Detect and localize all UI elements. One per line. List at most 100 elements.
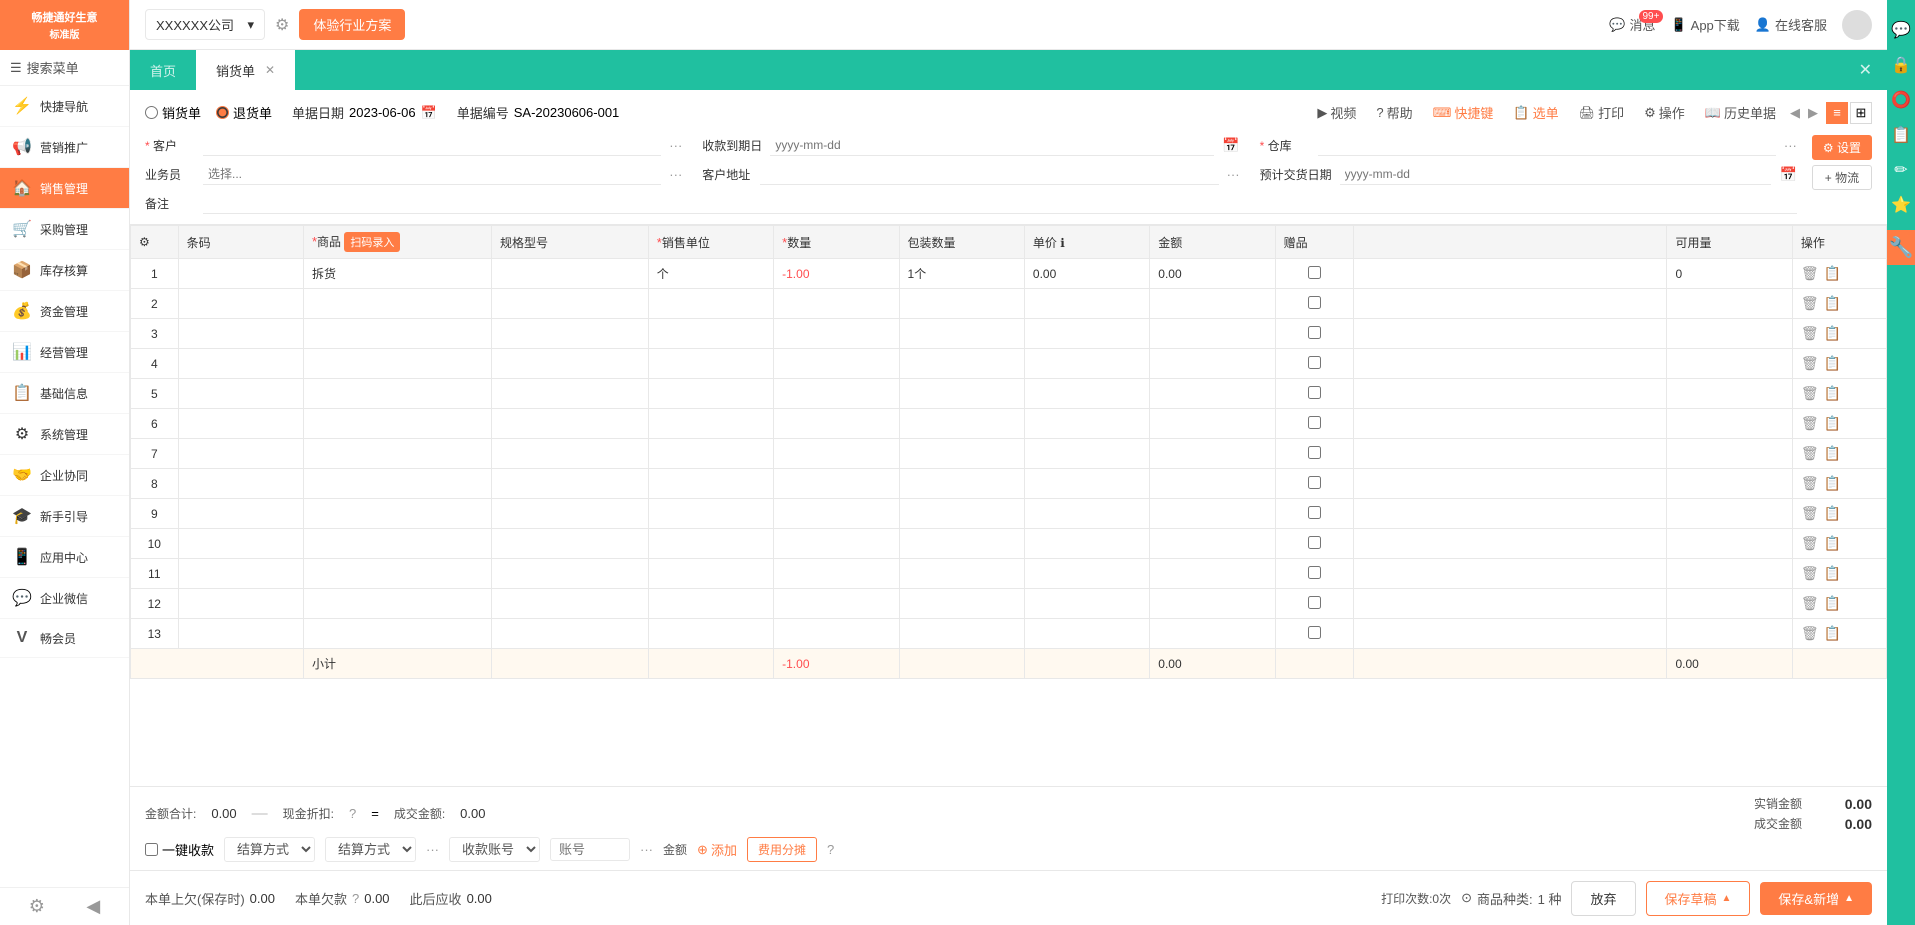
delete-icon[interactable]: 🗑 [1801, 415, 1819, 432]
copy-icon[interactable]: 📋 [1824, 325, 1841, 342]
quantity-2[interactable] [774, 289, 899, 319]
quantity-1[interactable]: -1.00 [774, 259, 899, 289]
delete-icon[interactable]: 🗑 [1801, 445, 1819, 462]
copy-icon[interactable]: 📋 [1824, 625, 1841, 642]
customer-dots[interactable]: ··· [669, 138, 682, 153]
cash-discount-help-icon[interactable]: ? [349, 806, 356, 821]
due-date-input[interactable] [770, 135, 1214, 156]
copy-icon-2[interactable]: 📋 [1824, 295, 1841, 312]
salesperson-input[interactable] [203, 164, 661, 185]
sidebar-item-sales[interactable]: 🏠 销售管理 [0, 168, 129, 209]
right-icon-6[interactable]: ⭐ [1891, 195, 1911, 215]
copy-icon[interactable]: 📋 [1824, 505, 1841, 522]
account-dots[interactable]: ··· [426, 842, 439, 857]
expected-date-input[interactable] [1340, 164, 1772, 185]
sidebar-item-wechat[interactable]: 💬 企业微信 [0, 578, 129, 619]
product-1[interactable]: 拆货 [303, 259, 491, 289]
gift-2[interactable] [1275, 289, 1353, 319]
tab-home[interactable]: 首页 [130, 50, 196, 90]
copy-icon[interactable]: 📋 [1824, 355, 1841, 372]
unit-2[interactable] [648, 289, 773, 319]
delete-icon[interactable]: 🗑 [1801, 625, 1819, 642]
spec-1[interactable] [492, 259, 649, 289]
account-dots2[interactable]: ··· [640, 842, 653, 857]
print-btn[interactable]: 🖨 打印 [1573, 100, 1631, 125]
radio-sales[interactable]: 销货单 [145, 103, 201, 122]
customer-addr-input[interactable] [760, 164, 1218, 185]
amount-1[interactable]: 0.00 [1150, 259, 1275, 289]
trial-button[interactable]: 体验行业方案 [299, 9, 405, 40]
pack-qty-1[interactable]: 1个 [899, 259, 1024, 289]
user-avatar[interactable] [1842, 10, 1872, 40]
gift-1[interactable] [1275, 259, 1353, 289]
one-click-checkbox[interactable]: 一键收款 [145, 840, 214, 859]
customer-addr-dots[interactable]: ··· [1227, 167, 1240, 182]
copy-icon[interactable]: 📋 [1824, 475, 1841, 492]
copy-icon-1[interactable]: 📋 [1824, 265, 1841, 282]
unit-price-1[interactable]: 0.00 [1024, 259, 1149, 289]
sidebar-item-system[interactable]: ⚙ 系统管理 [0, 414, 129, 455]
sidebar-item-quick-nav[interactable]: ⚡ 快捷导航 [0, 86, 129, 127]
logistics-form-btn[interactable]: + 物流 [1812, 165, 1872, 190]
delete-icon[interactable]: 🗑 [1801, 505, 1819, 522]
delete-icon[interactable]: 🗑 [1801, 565, 1819, 582]
copy-icon[interactable]: 📋 [1824, 595, 1841, 612]
barcode-2[interactable] [178, 289, 303, 319]
sidebar-item-newbie[interactable]: 🎓 新手引导 [0, 496, 129, 537]
abandon-button[interactable]: 放弃 [1571, 881, 1635, 916]
radio-sales-input[interactable] [145, 106, 158, 119]
expense-help-icon[interactable]: ? [827, 842, 834, 857]
collapse-icon[interactable]: ◀ [86, 896, 100, 917]
sidebar-item-finance[interactable]: 💰 资金管理 [0, 291, 129, 332]
right-icon-4[interactable]: 📋 [1891, 125, 1911, 145]
save-draft-chevron-icon[interactable]: ▲ [1722, 893, 1732, 904]
right-icon-1[interactable]: 💬 [1891, 20, 1911, 40]
amount-2[interactable] [1150, 289, 1275, 319]
view-grid-btn[interactable]: ⊞ [1850, 102, 1872, 124]
product-2[interactable] [303, 289, 491, 319]
delete-icon[interactable]: 🗑 [1801, 535, 1819, 552]
warehouse-dots[interactable]: ··· [1784, 138, 1797, 153]
copy-icon[interactable]: 📋 [1824, 385, 1841, 402]
nav-next-icon[interactable]: ▶ [1808, 105, 1818, 121]
nav-prev-icon[interactable]: ◀ [1790, 105, 1800, 121]
warehouse-input[interactable]: 建材仓 [1318, 135, 1776, 156]
message-item[interactable]: 💬 消息 99+ [1609, 15, 1655, 34]
settlement-method-select[interactable]: 结算方式 [224, 837, 315, 862]
app-download-item[interactable]: 📱 App下载 [1670, 15, 1739, 34]
due-date-calendar-icon[interactable]: 📅 [1222, 137, 1239, 154]
history-btn[interactable]: 📖 历史单据 [1699, 100, 1782, 125]
sidebar-item-basic[interactable]: 📋 基础信息 [0, 373, 129, 414]
sidebar-item-marketing[interactable]: 📢 营销推广 [0, 127, 129, 168]
delete-icon[interactable]: 🗑 [1801, 355, 1819, 372]
expense-btn[interactable]: 费用分摊 [747, 837, 817, 862]
tab-bar-close-icon[interactable]: ✕ [1844, 60, 1887, 80]
pack-qty-2[interactable] [899, 289, 1024, 319]
delete-icon[interactable]: 🗑 [1801, 385, 1819, 402]
notes-input[interactable] [203, 193, 1797, 214]
sidebar-item-enterprise[interactable]: 🤝 企业协同 [0, 455, 129, 496]
customer-input[interactable] [203, 135, 661, 156]
search-menu[interactable]: ☰ 搜索菜单 [0, 50, 129, 86]
copy-icon[interactable]: 📋 [1824, 445, 1841, 462]
video-btn[interactable]: ▶ 视频 [1311, 100, 1362, 125]
sidebar-item-operations[interactable]: 📊 经营管理 [0, 332, 129, 373]
help-btn[interactable]: ? 帮助 [1370, 100, 1418, 125]
account-input[interactable] [550, 838, 630, 861]
sidebar-item-purchase[interactable]: 🛒 采购管理 [0, 209, 129, 250]
sidebar-item-appcenter[interactable]: 📱 应用中心 [0, 537, 129, 578]
radio-return[interactable]: 退货单 [216, 103, 272, 122]
unit-price-2[interactable] [1024, 289, 1149, 319]
current-owe-help[interactable]: ? [352, 891, 359, 906]
settings-form-btn[interactable]: ⚙ 设置 [1812, 135, 1872, 160]
save-new-button[interactable]: 保存&新增 ▲ [1760, 882, 1872, 915]
right-icon-5[interactable]: ✏ [1894, 160, 1907, 180]
expected-date-calendar-icon[interactable]: 📅 [1779, 166, 1796, 183]
view-list-btn[interactable]: ≡ [1826, 102, 1848, 124]
delete-icon-1[interactable]: 🗑 [1801, 265, 1819, 282]
barcode-1[interactable] [178, 259, 303, 289]
sidebar-item-member[interactable]: V 畅会员 [0, 619, 129, 658]
delete-icon[interactable]: 🗑 [1801, 325, 1819, 342]
operate-btn[interactable]: ⚙ 操作 [1638, 100, 1691, 125]
header-settings-icon[interactable]: ⚙ [275, 15, 289, 35]
